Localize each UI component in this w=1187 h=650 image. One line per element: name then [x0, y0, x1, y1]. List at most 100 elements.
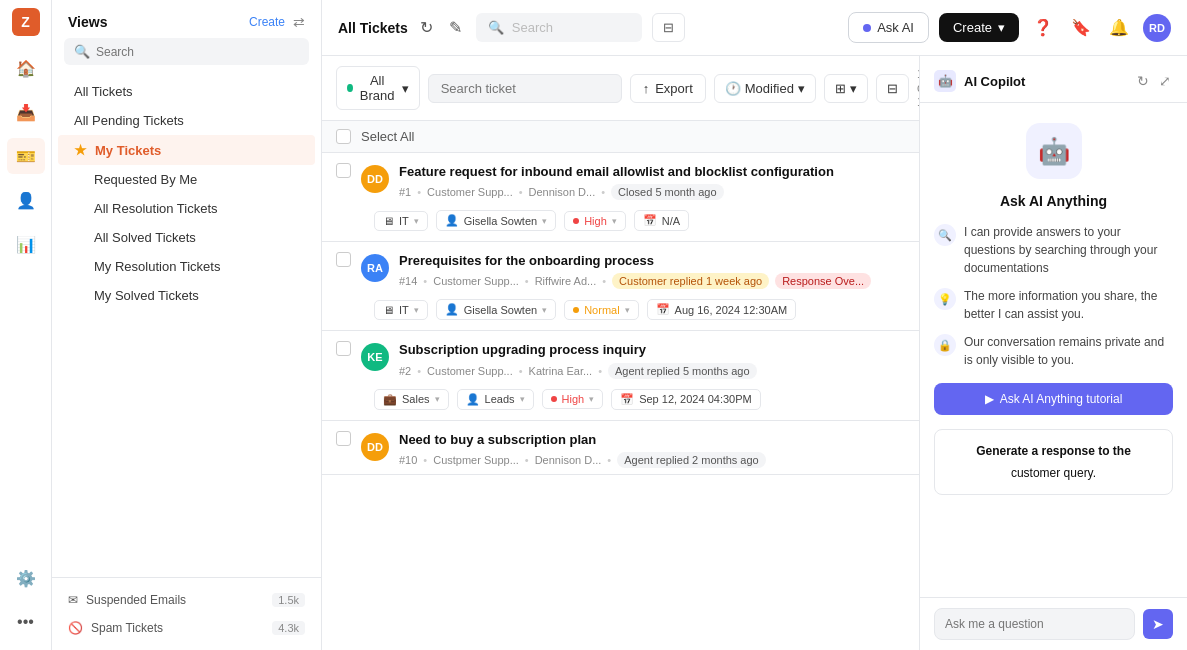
adv-filter-button[interactable]: ⊟ [876, 74, 909, 103]
ticket-checkbox[interactable] [336, 163, 351, 178]
spam-tickets-label: Spam Tickets [91, 621, 163, 635]
export-label: Export [655, 81, 693, 96]
sidebar-item-all-pending[interactable]: All Pending Tickets [58, 106, 315, 135]
search-ticket-input[interactable] [428, 74, 622, 103]
sidebar-item-label: All Resolution Tickets [94, 201, 218, 216]
nav-icon-tickets[interactable]: 🎫 [7, 138, 45, 174]
type-chip-icon: 🖥 [383, 304, 394, 316]
ticket-id: #10 [399, 454, 417, 466]
status-badge: Closed 5 month ago [611, 184, 723, 200]
filter-button[interactable]: ⊟ [652, 13, 685, 42]
sidebar-item-my-resolution-tickets[interactable]: My Resolution Tickets [58, 252, 315, 281]
ai-expand-button[interactable]: ⤢ [1157, 71, 1173, 91]
ai-generate-button[interactable]: Generate a response to the customer quer… [934, 429, 1173, 495]
nav-icon-settings[interactable]: ⚙️ [7, 560, 45, 596]
sidebar-item-all-solved-tickets[interactable]: All Solved Tickets [58, 223, 315, 252]
date-chip[interactable]: 📅 Sep 12, 2024 04:30PM [611, 389, 761, 410]
ai-robot-icon: 🤖 [1026, 123, 1082, 179]
topbar-search[interactable]: 🔍 Search [476, 13, 643, 42]
table-row[interactable]: DD Feature request for inbound email all… [322, 153, 919, 242]
ticket-category: Customer Supp... [427, 365, 513, 377]
sidebar-item-my-tickets[interactable]: ★ My Tickets [58, 135, 315, 165]
ticket-category: Customer Supp... [433, 275, 519, 287]
ai-panel-header: 🤖 AI Copilot ↻ ⤢ [920, 56, 1187, 103]
bookmarks-button[interactable]: 🔖 [1067, 14, 1095, 41]
ticket-checkbox[interactable] [336, 341, 351, 356]
priority-chip-label: High [584, 215, 607, 227]
ai-chat-input[interactable] [934, 608, 1135, 640]
priority-chip[interactable]: High ▾ [542, 389, 604, 409]
assignee-chip[interactable]: 👤 Leads ▾ [457, 389, 534, 410]
type-chip-label: Sales [402, 393, 430, 405]
nav-icon-inbox[interactable]: 📥 [7, 94, 45, 130]
page-title: All Tickets [338, 20, 408, 36]
chevron-down-icon: ▾ [798, 81, 805, 96]
send-icon: ➤ [1152, 616, 1164, 632]
date-chip[interactable]: 📅 Aug 16, 2024 12:30AM [647, 299, 797, 320]
sidebar-spam-tickets[interactable]: 🚫 Spam Tickets 4.3k [52, 614, 321, 642]
ai-send-button[interactable]: ➤ [1143, 609, 1173, 639]
refresh-button[interactable]: ↻ [416, 14, 437, 41]
notifications-button[interactable]: 🔔 [1105, 14, 1133, 41]
chevron-down-icon: ▾ [520, 394, 525, 404]
table-row[interactable]: DD Need to buy a subscription plan #10 •… [322, 421, 919, 475]
envelope-icon: ✉ [68, 593, 78, 607]
assignee-chip[interactable]: 👤 Gisella Sowten ▾ [436, 210, 556, 231]
priority-chip[interactable]: High ▾ [564, 211, 626, 231]
sidebar-item-all-resolution-tickets[interactable]: All Resolution Tickets [58, 194, 315, 223]
table-row[interactable]: RA Prerequisites for the onboarding proc… [322, 242, 919, 331]
sidebar-item-requested-by-me[interactable]: Requested By Me [58, 165, 315, 194]
calendar-icon: 📅 [643, 214, 657, 227]
person-icon: 👤 [445, 214, 459, 227]
ticket-info: Need to buy a subscription plan #10 • Cu… [399, 431, 905, 468]
help-button[interactable]: ❓ [1029, 14, 1057, 41]
brand-selector[interactable]: All Brand ▾ [336, 66, 420, 110]
select-all-checkbox[interactable] [336, 129, 351, 144]
view-toggle-button[interactable]: ⊞ ▾ [824, 74, 868, 103]
nav-icon-more[interactable]: ••• [7, 604, 45, 640]
ai-tutorial-button[interactable]: ▶ Ask AI Anything tutorial [934, 383, 1173, 415]
edit-button[interactable]: ✎ [445, 14, 466, 41]
ai-refresh-button[interactable]: ↻ [1135, 71, 1151, 91]
type-chip[interactable]: 💼 Sales ▾ [374, 389, 449, 410]
avatar[interactable]: RD [1143, 14, 1171, 42]
priority-chip-label: High [562, 393, 585, 405]
ticket-top: RA Prerequisites for the onboarding proc… [322, 242, 919, 295]
assignee-chip[interactable]: 👤 Gisella Sowten ▾ [436, 299, 556, 320]
ticket-info: Prerequisites for the onboarding process… [399, 252, 905, 289]
ticket-title: Need to buy a subscription plan [399, 431, 905, 449]
export-button[interactable]: ↑ Export [630, 74, 706, 103]
sidebar-suspended-emails[interactable]: ✉ Suspended Emails 1.5k [52, 586, 321, 614]
type-chip[interactable]: 🖥 IT ▾ [374, 300, 428, 320]
sidebar-bottom: ✉ Suspended Emails 1.5k 🚫 Spam Tickets 4… [52, 577, 321, 650]
views-search-input[interactable] [96, 45, 299, 59]
person-icon: 👤 [445, 303, 459, 316]
status-badge: Agent replied 5 months ago [608, 363, 757, 379]
chevron-down-icon: ▾ [414, 305, 419, 315]
ask-ai-button[interactable]: Ask AI [848, 12, 929, 43]
sidebar-item-all-tickets[interactable]: All Tickets [58, 77, 315, 106]
nav-icon-home[interactable]: 🏠 [7, 50, 45, 86]
ticket-bottom: 💼 Sales ▾ 👤 Leads ▾ High ▾ [322, 385, 919, 420]
ticket-checkbox[interactable] [336, 252, 351, 267]
type-chip-label: IT [399, 304, 409, 316]
nav-icon-reports[interactable]: 📊 [7, 226, 45, 262]
views-expand-button[interactable]: ⇄ [293, 14, 305, 30]
sidebar-item-my-solved-tickets[interactable]: My Solved Tickets [58, 281, 315, 310]
priority-chip[interactable]: Normal ▾ [564, 300, 638, 320]
nav-icon-contacts[interactable]: 👤 [7, 182, 45, 218]
modified-button[interactable]: 🕐 Modified ▾ [714, 74, 816, 103]
create-button[interactable]: Create ▾ [939, 13, 1019, 42]
ticket-checkbox[interactable] [336, 431, 351, 446]
calendar-icon: 📅 [656, 303, 670, 316]
date-chip[interactable]: 📅 N/A [634, 210, 689, 231]
ticket-top: KE Subscription upgrading process inquir… [322, 331, 919, 384]
status-badge: Agent replied 2 months ago [617, 452, 766, 468]
views-create-button[interactable]: Create [249, 15, 285, 29]
ticket-avatar: DD [361, 433, 389, 461]
ticket-category: Customer Supp... [427, 186, 513, 198]
type-chip[interactable]: 🖥 IT ▾ [374, 211, 428, 231]
date-chip-label: Sep 12, 2024 04:30PM [639, 393, 752, 405]
topbar-left: All Tickets ↻ ✎ [338, 14, 466, 41]
table-row[interactable]: KE Subscription upgrading process inquir… [322, 331, 919, 420]
